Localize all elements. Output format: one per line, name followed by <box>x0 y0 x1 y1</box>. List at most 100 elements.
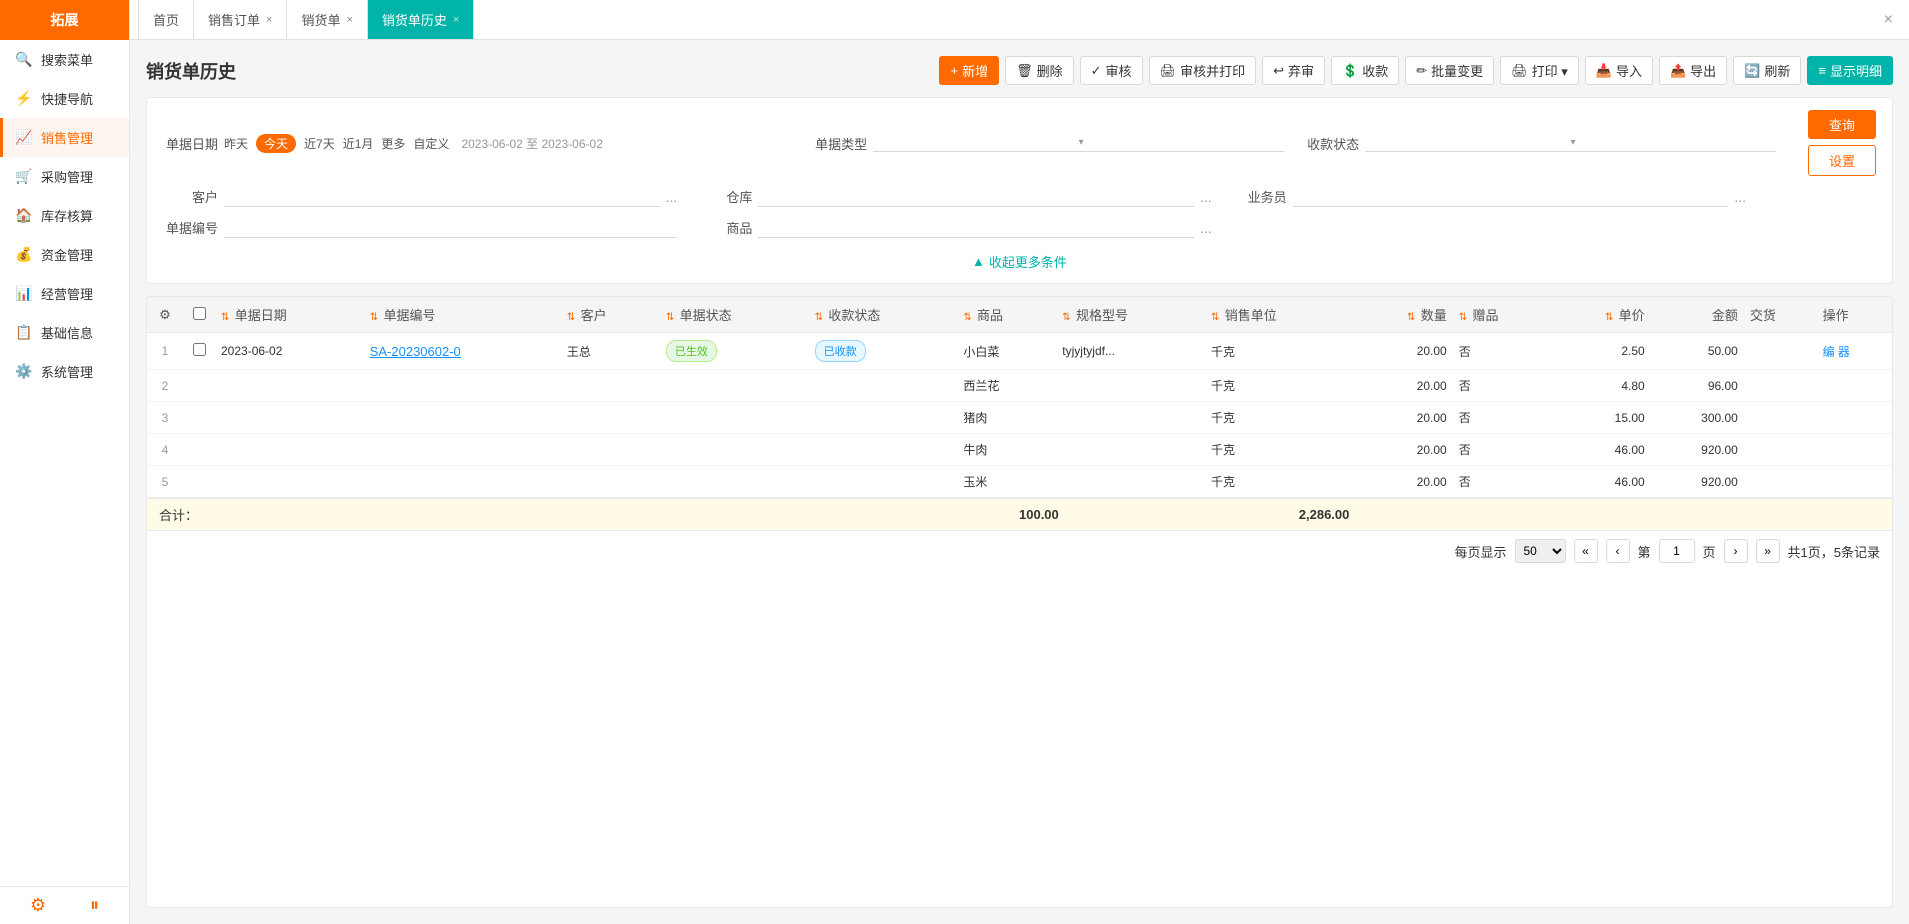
collect-status-select[interactable]: ▾ <box>1365 134 1776 152</box>
tab-sales-order-close[interactable]: × <box>266 14 272 26</box>
display-detail-icon: ≡ <box>1818 63 1826 78</box>
audit-print-button[interactable]: 🖨 审核并打印 <box>1149 56 1257 85</box>
col-sales-unit[interactable]: ⇅ 销售单位 <box>1205 297 1354 333</box>
doc-no-link[interactable]: SA-20230602-0 <box>370 344 461 359</box>
col-qty[interactable]: ⇅ 数量 <box>1354 297 1453 333</box>
sidebar-item-label: 快捷导航 <box>41 89 93 108</box>
new-button[interactable]: + 新增 <box>939 56 999 85</box>
tab-sales-delivery-history-close[interactable]: × <box>453 14 459 26</box>
cell-checkbox[interactable] <box>183 333 215 370</box>
warehouse-input[interactable] <box>758 186 1194 207</box>
tab-sales-order[interactable]: 销售订单 × <box>194 0 287 39</box>
cell-checkbox[interactable] <box>183 370 215 402</box>
col-goods[interactable]: ⇅ 商品 <box>957 297 1056 333</box>
window-close-button[interactable]: × <box>1876 11 1901 29</box>
col-doc-date[interactable]: ⇅ 单据日期 <box>215 297 364 333</box>
last-page-button[interactable]: » <box>1756 539 1780 563</box>
shortcut-today[interactable]: 今天 <box>256 134 296 153</box>
sidebar-item-basic-info[interactable]: 📋 基础信息 <box>0 313 129 352</box>
select-all-checkbox[interactable] <box>193 307 206 320</box>
cell-doc-no[interactable] <box>364 402 561 434</box>
col-doc-status-label: 单据状态 <box>680 308 732 323</box>
sidebar-item-label: 基础信息 <box>41 323 93 342</box>
col-gear[interactable]: ⚙ <box>147 297 183 333</box>
prev-page-button[interactable]: ‹ <box>1606 539 1630 563</box>
collect-status-arrow: ▾ <box>1571 137 1770 148</box>
sidebar-item-finance-mgmt[interactable]: 💰 资金管理 <box>0 235 129 274</box>
sidebar-item-purchase-mgmt[interactable]: 🛒 采购管理 <box>0 157 129 196</box>
col-checkbox[interactable] <box>183 297 215 333</box>
tab-home[interactable]: 首页 <box>138 0 194 39</box>
shortcut-more[interactable]: 更多 <box>381 135 405 152</box>
shortcut-yesterday[interactable]: 昨天 <box>224 135 248 152</box>
tab-sales-delivery[interactable]: 销货单 × <box>287 0 367 39</box>
sidebar-pause-icon[interactable]: ⏸ <box>90 895 99 916</box>
delete-button[interactable]: 🗑 删除 <box>1005 56 1074 85</box>
salesperson-input[interactable] <box>1293 186 1729 207</box>
cell-checkbox[interactable] <box>183 466 215 498</box>
cell-doc-no[interactable] <box>364 434 561 466</box>
audit-button[interactable]: ✓ 审核 <box>1080 56 1143 85</box>
first-page-button[interactable]: « <box>1574 539 1598 563</box>
batch-change-button[interactable]: ✏ 批量变更 <box>1405 56 1494 85</box>
col-customer[interactable]: ⇅ 客户 <box>561 297 660 333</box>
col-amount[interactable]: 金额 <box>1651 297 1744 333</box>
collect-button[interactable]: 💲 收款 <box>1331 56 1399 85</box>
col-doc-status[interactable]: ⇅ 单据状态 <box>660 297 809 333</box>
print-button[interactable]: 🖨 打印 ▾ <box>1500 56 1579 85</box>
sidebar-item-inventory-calc[interactable]: 🏠 库存核算 <box>0 196 129 235</box>
display-detail-label: 显示明细 <box>1830 61 1882 80</box>
cell-doc-status: 已生效 <box>660 333 809 370</box>
col-transaction[interactable]: 交货 <box>1744 297 1817 333</box>
goods-input[interactable] <box>758 217 1194 238</box>
collapse-row[interactable]: ▲ 收起更多条件 <box>163 248 1876 271</box>
row-checkbox[interactable] <box>193 343 206 356</box>
doc-type-select[interactable]: ▾ <box>873 134 1284 152</box>
col-spec[interactable]: ⇅ 规格型号 <box>1056 297 1205 333</box>
display-detail-button[interactable]: ≡ 显示明细 <box>1807 56 1893 85</box>
edit-action[interactable]: 编 <box>1823 345 1835 359</box>
sidebar-settings-icon[interactable]: ⚙ <box>30 895 46 916</box>
cell-checkbox[interactable] <box>183 402 215 434</box>
salesperson-ellipsis[interactable]: ... <box>1734 189 1746 205</box>
import-button[interactable]: 📥 导入 <box>1585 56 1653 85</box>
abandon-button[interactable]: ↩ 弃审 <box>1262 56 1325 85</box>
sidebar-item-label: 搜索菜单 <box>41 50 93 69</box>
cell-gift: 否 <box>1453 466 1552 498</box>
sidebar-item-search-menu[interactable]: 🔍 搜索菜单 <box>0 40 129 79</box>
page-header: 销货单历史 + 新增 🗑 删除 ✓ 审核 🖨 审核并打印 <box>146 56 1893 85</box>
shortcut-7days[interactable]: 近7天 <box>304 135 335 152</box>
delete-label: 删除 <box>1037 61 1063 80</box>
customer-input[interactable] <box>224 186 660 207</box>
per-page-select[interactable]: 50 100 200 <box>1515 539 1566 563</box>
cell-doc-no[interactable]: SA-20230602-0 <box>364 333 561 370</box>
more-action[interactable]: 器 <box>1838 345 1850 359</box>
cell-doc-no[interactable] <box>364 370 561 402</box>
tab-sales-delivery-history[interactable]: 销货单历史 × <box>368 0 474 39</box>
settings-button[interactable]: 设置 <box>1808 145 1876 176</box>
page-number-input[interactable] <box>1659 539 1695 563</box>
col-gift[interactable]: ⇅ 赠品 <box>1453 297 1552 333</box>
sidebar-item-sales-mgmt[interactable]: 📈 销售管理 <box>0 118 129 157</box>
doc-no-input[interactable] <box>224 217 677 238</box>
shortcut-custom[interactable]: 自定义 <box>413 135 449 152</box>
sidebar-item-sys-mgmt[interactable]: ⚙️ 系统管理 <box>0 352 129 391</box>
query-button[interactable]: 查询 <box>1808 110 1876 139</box>
col-doc-no[interactable]: ⇅ 单据编号 <box>364 297 561 333</box>
col-collect-status[interactable]: ⇅ 收款状态 <box>809 297 958 333</box>
refresh-button[interactable]: 🔄 刷新 <box>1733 56 1801 85</box>
cell-checkbox[interactable] <box>183 434 215 466</box>
tab-sales-delivery-close[interactable]: × <box>346 14 352 26</box>
export-button[interactable]: 📤 导出 <box>1659 56 1727 85</box>
cell-doc-no[interactable] <box>364 466 561 498</box>
shortcut-1month[interactable]: 近1月 <box>343 135 374 152</box>
sidebar-item-ops-mgmt[interactable]: 📊 经营管理 <box>0 274 129 313</box>
sidebar-item-label: 销售管理 <box>41 128 93 147</box>
goods-ellipsis[interactable]: ... <box>1200 220 1212 236</box>
warehouse-ellipsis[interactable]: ... <box>1200 189 1212 205</box>
col-unit-price[interactable]: ⇅ 单价 <box>1552 297 1651 333</box>
customer-ellipsis[interactable]: ... <box>666 189 678 205</box>
sidebar-item-quick-nav[interactable]: ⚡ 快捷导航 <box>0 79 129 118</box>
next-page-button[interactable]: › <box>1724 539 1748 563</box>
gear-icon[interactable]: ⚙ <box>159 307 171 322</box>
